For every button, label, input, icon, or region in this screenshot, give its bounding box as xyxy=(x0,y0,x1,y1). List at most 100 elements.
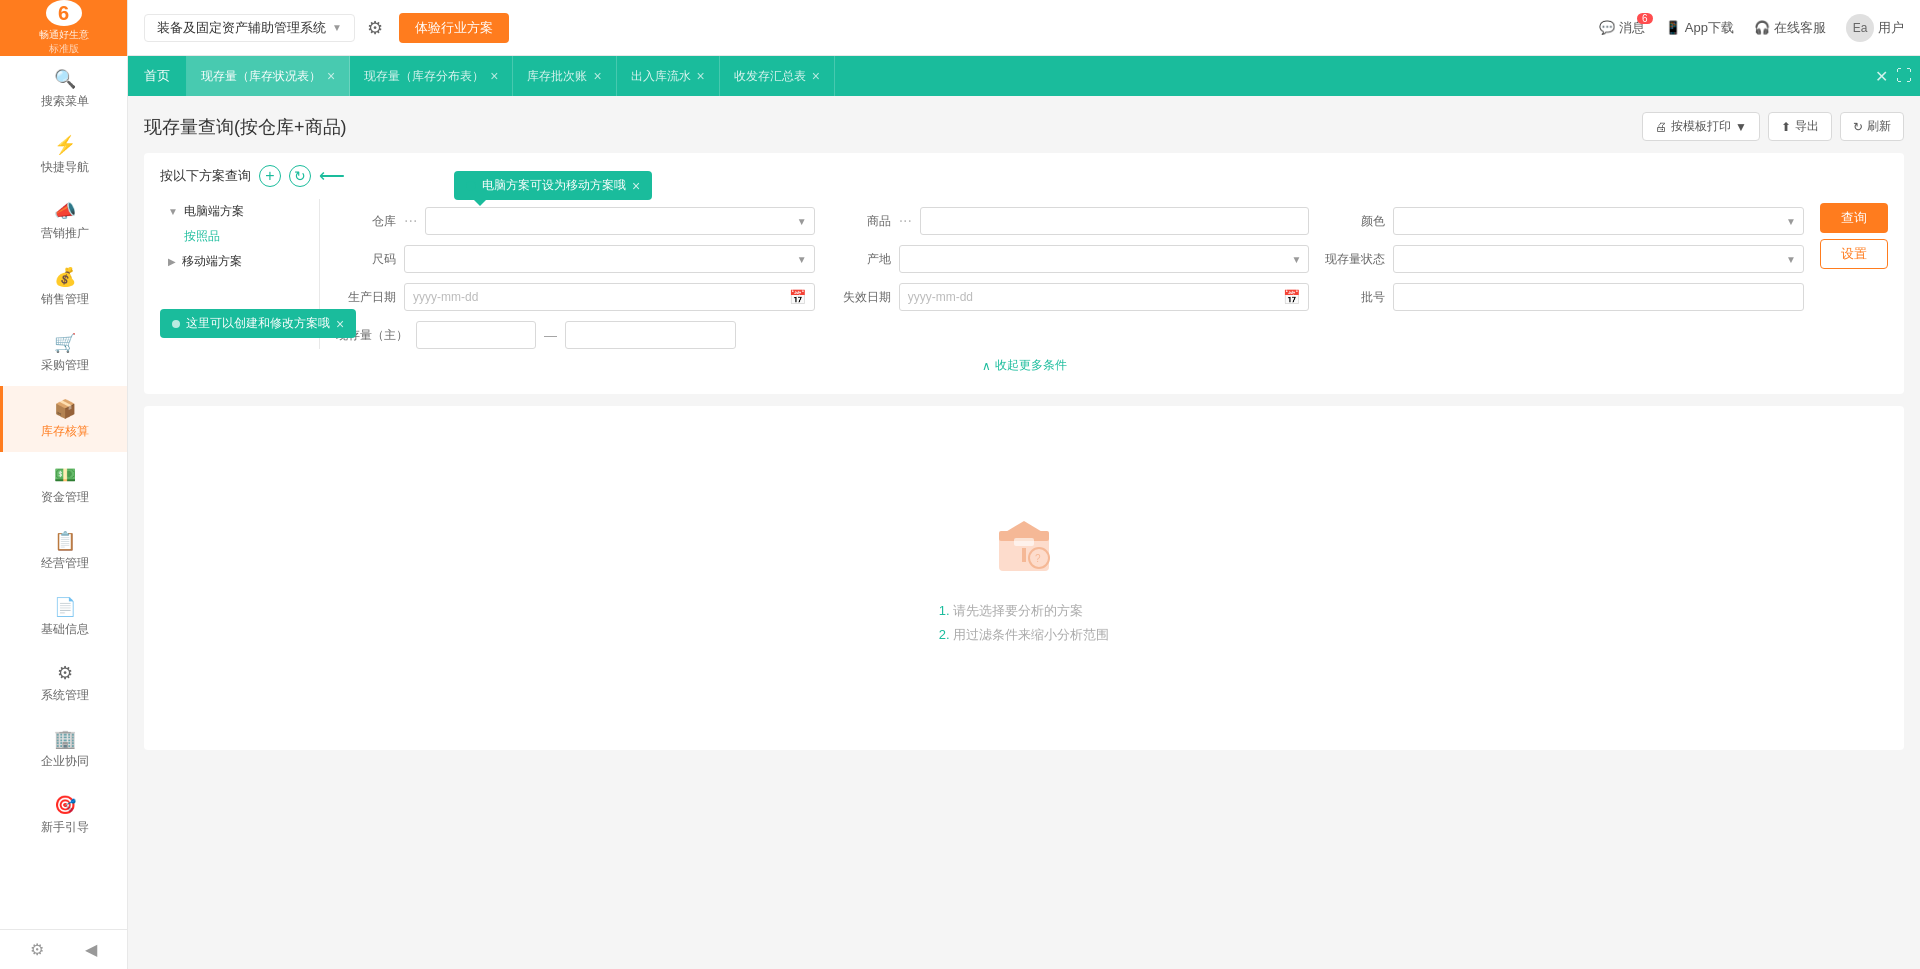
stock-main-to[interactable] xyxy=(565,321,736,349)
export-icon: ⬆ xyxy=(1781,120,1791,134)
expiry-date-input[interactable]: yyyy-mm-dd 📅 xyxy=(899,283,1310,311)
sidebar-bottom: ⚙ ◀ xyxy=(0,929,127,969)
sidebar-item-search[interactable]: 🔍 搜索菜单 xyxy=(0,56,127,122)
user-item[interactable]: Ea 用户 xyxy=(1846,14,1904,42)
sidebar-item-guide[interactable]: ⚡ 快捷导航 xyxy=(0,122,127,188)
production-date-calendar-icon[interactable]: 📅 xyxy=(789,289,806,305)
sidebar-item-inventory[interactable]: 📦 库存核算 xyxy=(0,386,127,452)
tab-batch-ledger[interactable]: 库存批次账 × xyxy=(513,56,616,96)
system-selector[interactable]: 装备及固定资产辅助管理系统 ▼ xyxy=(144,14,355,42)
empty-tips: 请先选择要分析的方案 用过滤条件来缩小分析范围 xyxy=(939,602,1109,650)
header-settings-icon[interactable]: ⚙ xyxy=(367,17,383,39)
sidebar-item-system[interactable]: ⚙ 系统管理 xyxy=(0,650,127,716)
fullscreen-icon[interactable]: ⛶ xyxy=(1896,67,1912,85)
stock-main-from[interactable] xyxy=(416,321,536,349)
tooltip-close-1[interactable]: × xyxy=(632,178,640,194)
online-support-label: 在线客服 xyxy=(1774,19,1826,37)
filter-production-date: 生产日期 yyyy-mm-dd 📅 xyxy=(336,283,815,311)
tab-batch-ledger-close[interactable]: × xyxy=(593,68,601,84)
logo-icon: 6 xyxy=(46,0,82,26)
tooltip-close-2[interactable]: × xyxy=(336,316,344,332)
top-header: 装备及固定资产辅助管理系统 ▼ ⚙ 体验行业方案 💬 消息 6 📱 App下载 … xyxy=(128,0,1920,56)
size-label: 尺码 xyxy=(336,251,396,268)
template-print-label: 按模板打印 xyxy=(1671,118,1731,135)
search-btn[interactable]: 查询 xyxy=(1820,203,1888,233)
tab-home[interactable]: 首页 xyxy=(128,56,187,96)
stock-main-separator: — xyxy=(544,328,557,343)
sidebar-item-operations[interactable]: 📋 经营管理 xyxy=(0,518,127,584)
tab-inventory-status[interactable]: 现存量（库存状况表） × xyxy=(187,56,350,96)
expiry-date-calendar-icon[interactable]: 📅 xyxy=(1283,289,1300,305)
tooltip-popup-2: 这里可以创建和修改方案哦 × xyxy=(160,309,356,338)
user-avatar: Ea xyxy=(1846,14,1874,42)
template-print-btn[interactable]: 🖨 按模板打印 ▼ xyxy=(1642,112,1760,141)
tab-in-out-flow-close[interactable]: × xyxy=(697,68,705,84)
close-all-tabs-icon[interactable]: ✕ xyxy=(1875,67,1888,86)
basic-nav-icon: 📄 xyxy=(54,596,76,618)
collapse-label: 收起更多条件 xyxy=(995,357,1067,374)
scheme-desktop[interactable]: ▼ 电脑端方案 xyxy=(160,199,307,224)
goods-input[interactable] xyxy=(920,207,1309,235)
tab-inventory-status-close[interactable]: × xyxy=(327,68,335,84)
sidebar-item-enterprise[interactable]: 🏢 企业协同 xyxy=(0,716,127,782)
collapse-sidebar-icon[interactable]: ◀ xyxy=(85,940,97,959)
tab-inventory-dist-close[interactable]: × xyxy=(490,68,498,84)
empty-illustration: ? xyxy=(984,506,1064,586)
batch-no-input[interactable] xyxy=(1393,283,1804,311)
stock-status-input[interactable] xyxy=(1393,245,1804,273)
guide-nav-icon: ⚡ xyxy=(54,134,76,156)
collapse-row[interactable]: ∧ 收起更多条件 xyxy=(160,349,1888,382)
sidebar-item-enterprise-label: 企业协同 xyxy=(41,753,89,770)
tab-receive-summary-close[interactable]: × xyxy=(812,68,820,84)
sidebar-item-basic-label: 基础信息 xyxy=(41,621,89,638)
size-select-wrap: ▼ xyxy=(404,245,815,273)
color-input[interactable] xyxy=(1393,207,1804,235)
sidebar-item-purchase[interactable]: 🛒 采购管理 xyxy=(0,320,127,386)
industry-btn[interactable]: 体验行业方案 xyxy=(399,13,509,43)
production-date-input[interactable]: yyyy-mm-dd 📅 xyxy=(404,283,815,311)
filter-batch-no: 批号 xyxy=(1325,283,1804,311)
warehouse-input[interactable] xyxy=(425,207,814,235)
svg-rect-2 xyxy=(1014,538,1034,546)
filter-add-btn[interactable]: + xyxy=(259,165,281,187)
sidebar-item-finance[interactable]: 💵 资金管理 xyxy=(0,452,127,518)
sidebar-item-newbie[interactable]: 🎯 新手引导 xyxy=(0,782,127,848)
inventory-nav-icon: 📦 xyxy=(54,398,76,420)
message-badge: 6 xyxy=(1637,13,1653,24)
newbie-nav-icon: 🎯 xyxy=(54,794,76,816)
reset-btn[interactable]: 设置 xyxy=(1820,239,1888,269)
size-input[interactable] xyxy=(404,245,815,273)
sidebar-item-guide-label: 快捷导航 xyxy=(41,159,89,176)
sidebar-item-sales-label: 销售管理 xyxy=(41,291,89,308)
user-label: 用户 xyxy=(1878,19,1904,37)
goods-dots[interactable]: ··· xyxy=(899,212,912,230)
message-icon-wrap[interactable]: 💬 消息 6 xyxy=(1599,19,1645,37)
filter-refresh-btn[interactable]: ↻ xyxy=(289,165,311,187)
sidebar-item-basic[interactable]: 📄 基础信息 xyxy=(0,584,127,650)
batch-no-label: 批号 xyxy=(1325,289,1385,306)
scheme-mobile[interactable]: ▶ 移动端方案 xyxy=(160,249,307,274)
settings-bottom-icon[interactable]: ⚙ xyxy=(30,940,44,959)
sidebar-item-sales[interactable]: 💰 销售管理 xyxy=(0,254,127,320)
tab-inventory-dist[interactable]: 现存量（库存分布表） × xyxy=(350,56,513,96)
enterprise-nav-icon: 🏢 xyxy=(54,728,76,750)
warehouse-dots[interactable]: ··· xyxy=(404,212,417,230)
sidebar-item-operations-label: 经营管理 xyxy=(41,555,89,572)
online-support-item[interactable]: 🎧 在线客服 xyxy=(1754,19,1826,37)
refresh-btn[interactable]: ↻ 刷新 xyxy=(1840,112,1904,141)
filter-back-btn[interactable]: ⟵ xyxy=(319,165,345,187)
scheme-desktop-child-0[interactable]: 按照品 xyxy=(176,224,307,249)
origin-input[interactable] xyxy=(899,245,1310,273)
search-nav-icon: 🔍 xyxy=(54,68,76,90)
headset-icon: 🎧 xyxy=(1754,20,1770,35)
app-download-item[interactable]: 📱 App下载 xyxy=(1665,19,1734,37)
tooltip-dot-1 xyxy=(466,181,476,191)
tab-in-out-flow[interactable]: 出入库流水 × xyxy=(617,56,720,96)
sidebar-item-marketing[interactable]: 📣 营销推广 xyxy=(0,188,127,254)
filter-label: 按以下方案查询 xyxy=(160,167,251,185)
svg-rect-4 xyxy=(1022,548,1026,562)
main-area: 装备及固定资产辅助管理系统 ▼ ⚙ 体验行业方案 💬 消息 6 📱 App下载 … xyxy=(128,0,1920,969)
filter-row-2: 生产日期 yyyy-mm-dd 📅 失效日期 yyyy-mm-dd 📅 xyxy=(336,283,1804,311)
tab-receive-summary[interactable]: 收发存汇总表 × xyxy=(720,56,835,96)
export-btn[interactable]: ⬆ 导出 xyxy=(1768,112,1832,141)
